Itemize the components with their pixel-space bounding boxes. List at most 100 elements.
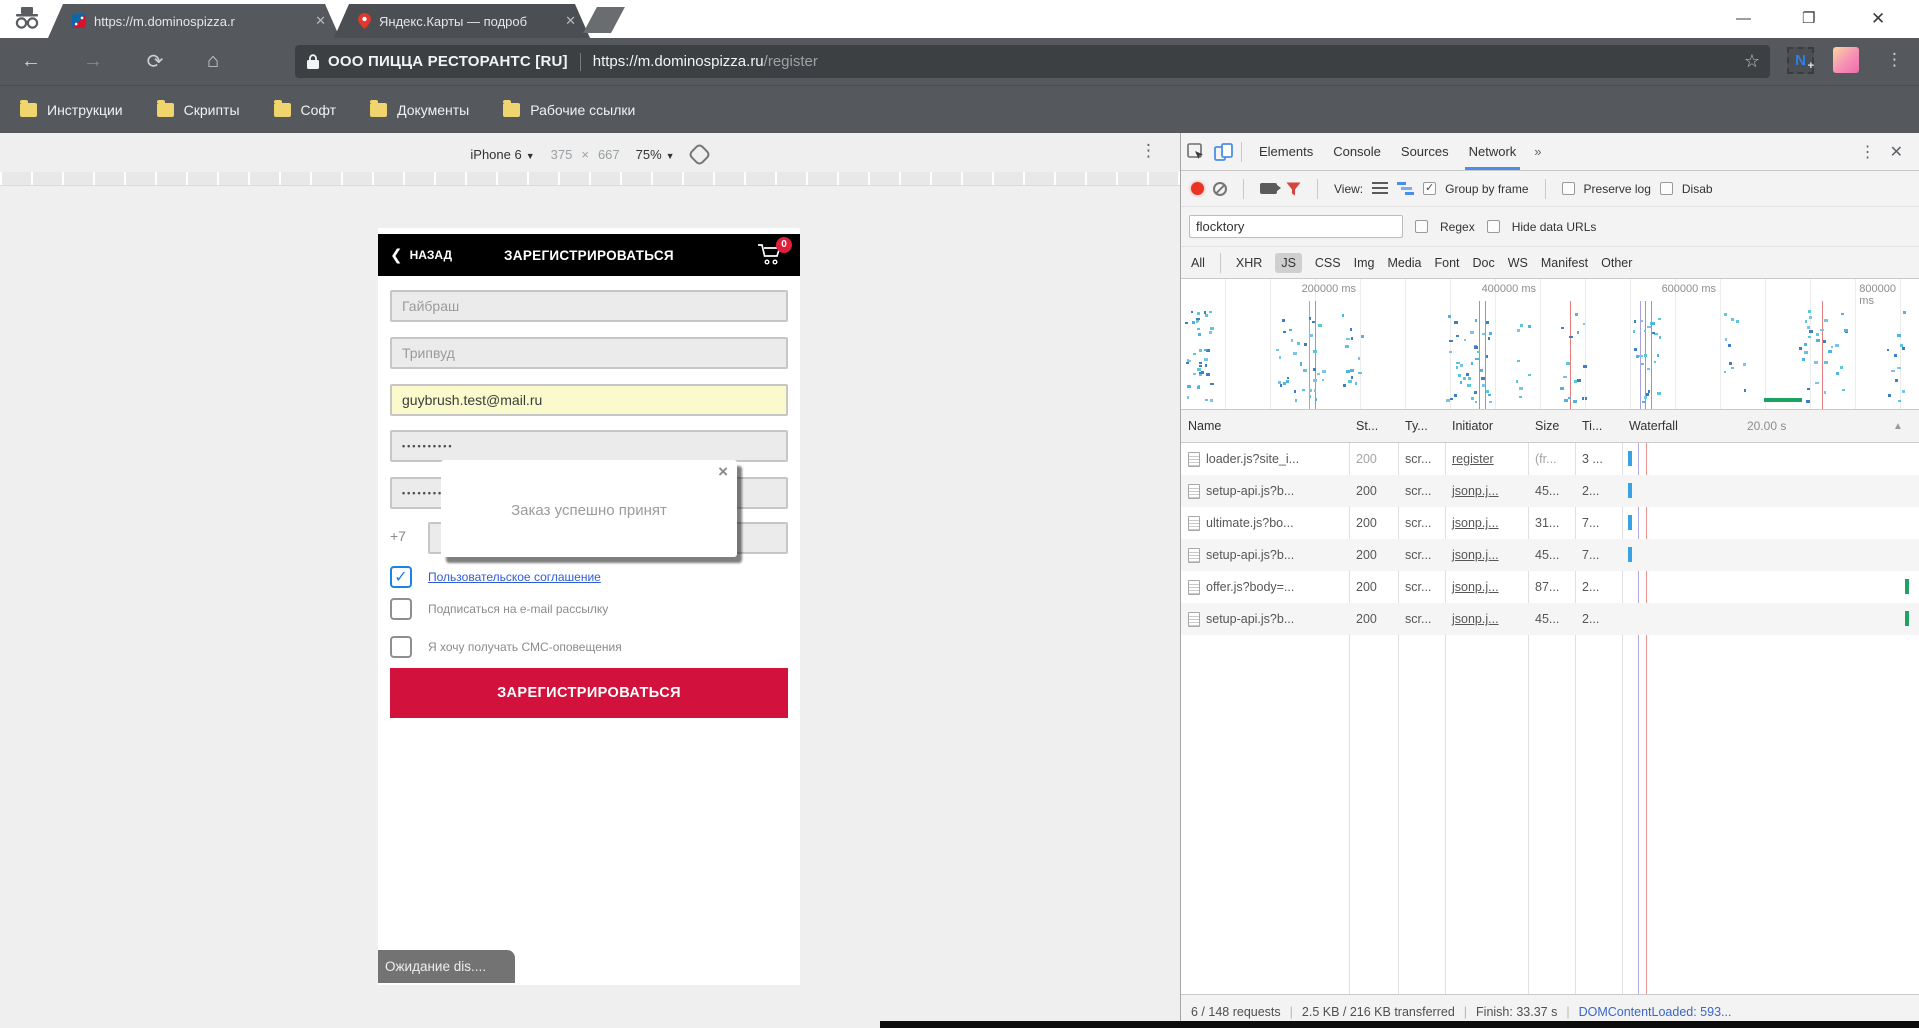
register-button[interactable]: ЗАРЕГИСТРИРОВАТЬСЯ [390,668,788,718]
window-restore-button[interactable]: ❐ [1802,9,1815,29]
request-row[interactable]: ultimate.js?bo... 200 scr... jsonp.j... 31..… [1181,507,1919,539]
last-name-field[interactable]: Трипвуд [390,337,788,369]
inspect-element-icon[interactable] [1187,142,1205,161]
email-subscribe-checkbox-row[interactable]: ✓ Подписаться на e-mail рассылку [390,598,608,620]
device-toolbar-kebab-icon[interactable]: ⋮ [1140,141,1157,161]
bookmark-folder-instructions[interactable]: Инструкции [20,99,123,118]
col-time[interactable]: Ti... [1575,419,1622,433]
device-select[interactable]: iPhone 6 ▼ [470,147,534,162]
viewport-size[interactable]: 375 × 667 [551,147,620,162]
domcontentloaded-time[interactable]: DOMContentLoaded: 593... [1579,1005,1732,1019]
request-row[interactable]: loader.js?site_i... 200 scr... register (fr.… [1181,443,1919,475]
type-filter-css[interactable]: CSS [1315,256,1341,270]
home-button[interactable]: ⌂ [196,50,230,73]
request-name[interactable]: offer.js?body=... [1181,579,1349,595]
col-type[interactable]: Ty... [1398,419,1445,433]
extension-pink-icon[interactable] [1833,47,1859,73]
request-name[interactable]: setup-api.js?b... [1181,611,1349,627]
devtools-close-icon[interactable]: ✕ [1890,142,1903,162]
type-filter-xhr[interactable]: XHR [1236,256,1262,270]
tab-close-icon[interactable]: ✕ [561,11,580,31]
email-field[interactable]: guybrush.test@mail.ru [390,384,788,416]
back-button[interactable]: ← [14,50,48,73]
bookmark-folder-scripts[interactable]: Скрипты [156,99,240,118]
zoom-select[interactable]: 75% ▼ [636,147,675,162]
col-name[interactable]: Name [1181,419,1349,433]
browser-menu-kebab-icon[interactable]: ⋮ [1886,50,1903,70]
bookmark-star-icon[interactable]: ☆ [1744,51,1760,72]
group-by-frame-checkbox[interactable]: ✓ [1423,182,1437,195]
col-waterfall[interactable]: Waterfall [1622,419,1685,433]
type-filter-media[interactable]: Media [1387,256,1421,270]
request-name[interactable]: setup-api.js?b... [1181,483,1349,499]
initiator-link[interactable]: jsonp.j... [1452,516,1499,530]
sms-subscribe-checkbox-row[interactable]: ✓ Я хочу получать СМС-оповещения [390,636,622,658]
view-list-icon[interactable] [1372,182,1389,195]
network-timeline-overview[interactable]: 200000 ms 400000 ms 600000 ms 800000 ms [1181,279,1919,410]
bookmark-folder-soft[interactable]: Софт [273,99,336,118]
tab-close-icon[interactable]: ✕ [311,11,330,31]
regex-checkbox[interactable] [1415,220,1428,233]
tab-sources[interactable]: Sources [1391,133,1459,170]
type-filter-img[interactable]: Img [1354,256,1375,270]
back-link[interactable]: ❮ НАЗАД [390,246,452,264]
record-button[interactable] [1191,182,1204,195]
view-waterfall-icon[interactable] [1397,182,1415,195]
type-filter-all[interactable]: All [1191,256,1205,270]
hide-data-urls-checkbox[interactable] [1486,220,1500,233]
tab-console[interactable]: Console [1323,133,1391,170]
initiator-link[interactable]: register [1452,452,1494,466]
initiator-link[interactable]: jsonp.j... [1452,548,1499,562]
tab-elements[interactable]: Elements [1249,133,1323,170]
user-agreement-link[interactable]: Пользовательское соглашение [428,570,601,584]
col-status[interactable]: St... [1349,419,1398,433]
password-field[interactable]: •••••••••• [390,430,788,462]
window-minimize-button[interactable]: — [1736,9,1751,29]
checkbox[interactable]: ✓ [390,598,412,620]
devtools-menu-kebab-icon[interactable]: ⋮ [1860,142,1876,162]
sort-arrow-icon[interactable]: ▲ [1893,421,1903,432]
window-close-button[interactable]: ✕ [1871,9,1885,29]
checkbox[interactable]: ✓ [390,566,412,588]
type-filter-doc[interactable]: Doc [1473,256,1495,270]
type-filter-js[interactable]: JS [1275,252,1302,273]
tab-network[interactable]: Network [1459,133,1527,170]
checkbox[interactable]: ✓ [390,636,412,658]
initiator-link[interactable]: jsonp.j... [1452,580,1499,594]
clear-button[interactable] [1213,181,1227,196]
tab-dominos[interactable]: https://m.dominospizza.r ✕ [48,4,340,38]
bookmark-folder-documents[interactable]: Документы [370,99,469,118]
type-filter-ws[interactable]: WS [1508,256,1528,270]
filter-input[interactable] [1189,215,1403,238]
new-tab-button[interactable] [583,7,625,33]
tab-yandex-maps[interactable]: Яндекс.Карты — подроб ✕ [334,4,590,38]
bookmark-folder-worklinks[interactable]: Рабочие ссылки [503,99,635,118]
type-filter-font[interactable]: Font [1435,256,1460,270]
type-filter-other[interactable]: Other [1601,256,1632,270]
request-row[interactable]: setup-api.js?b... 200 scr... jsonp.j... 45..… [1181,475,1919,507]
request-row[interactable]: setup-api.js?b... 200 scr... jsonp.j... 45..… [1181,603,1919,635]
forward-button[interactable]: → [76,50,110,73]
initiator-link[interactable]: jsonp.j... [1452,484,1499,498]
filter-funnel-icon[interactable] [1286,182,1301,196]
col-size[interactable]: Size [1528,419,1575,433]
col-initiator[interactable]: Initiator [1445,419,1528,433]
initiator-link[interactable]: jsonp.j... [1452,612,1499,626]
type-filter-manifest[interactable]: Manifest [1541,256,1588,270]
more-tabs-chevron[interactable]: » [1526,144,1549,159]
close-icon[interactable]: × [718,462,728,482]
request-row[interactable]: offer.js?body=... 200 scr... jsonp.j... 87..… [1181,571,1919,603]
request-row[interactable]: setup-api.js?b... 200 scr... jsonp.j... 45..… [1181,539,1919,571]
extension-n-icon[interactable]: N [1787,47,1814,78]
reload-button[interactable]: ⟳ [138,49,172,74]
first-name-field[interactable]: Гайбраш [390,290,788,322]
rotate-viewport-icon[interactable] [687,141,712,167]
disable-cache-checkbox[interactable] [1659,182,1673,195]
screenshot-capture-icon[interactable] [1260,183,1281,194]
cart-button[interactable]: 0 [756,237,792,268]
request-name[interactable]: setup-api.js?b... [1181,547,1349,563]
device-toggle-icon[interactable] [1214,142,1234,161]
agreement-checkbox-row[interactable]: ✓ Пользовательское соглашение [390,566,601,588]
request-name[interactable]: loader.js?site_i... [1181,451,1349,467]
address-bar[interactable]: ООО ПИЦЦА РЕСТОРАНТС [RU] https://m.domi… [295,45,1770,78]
